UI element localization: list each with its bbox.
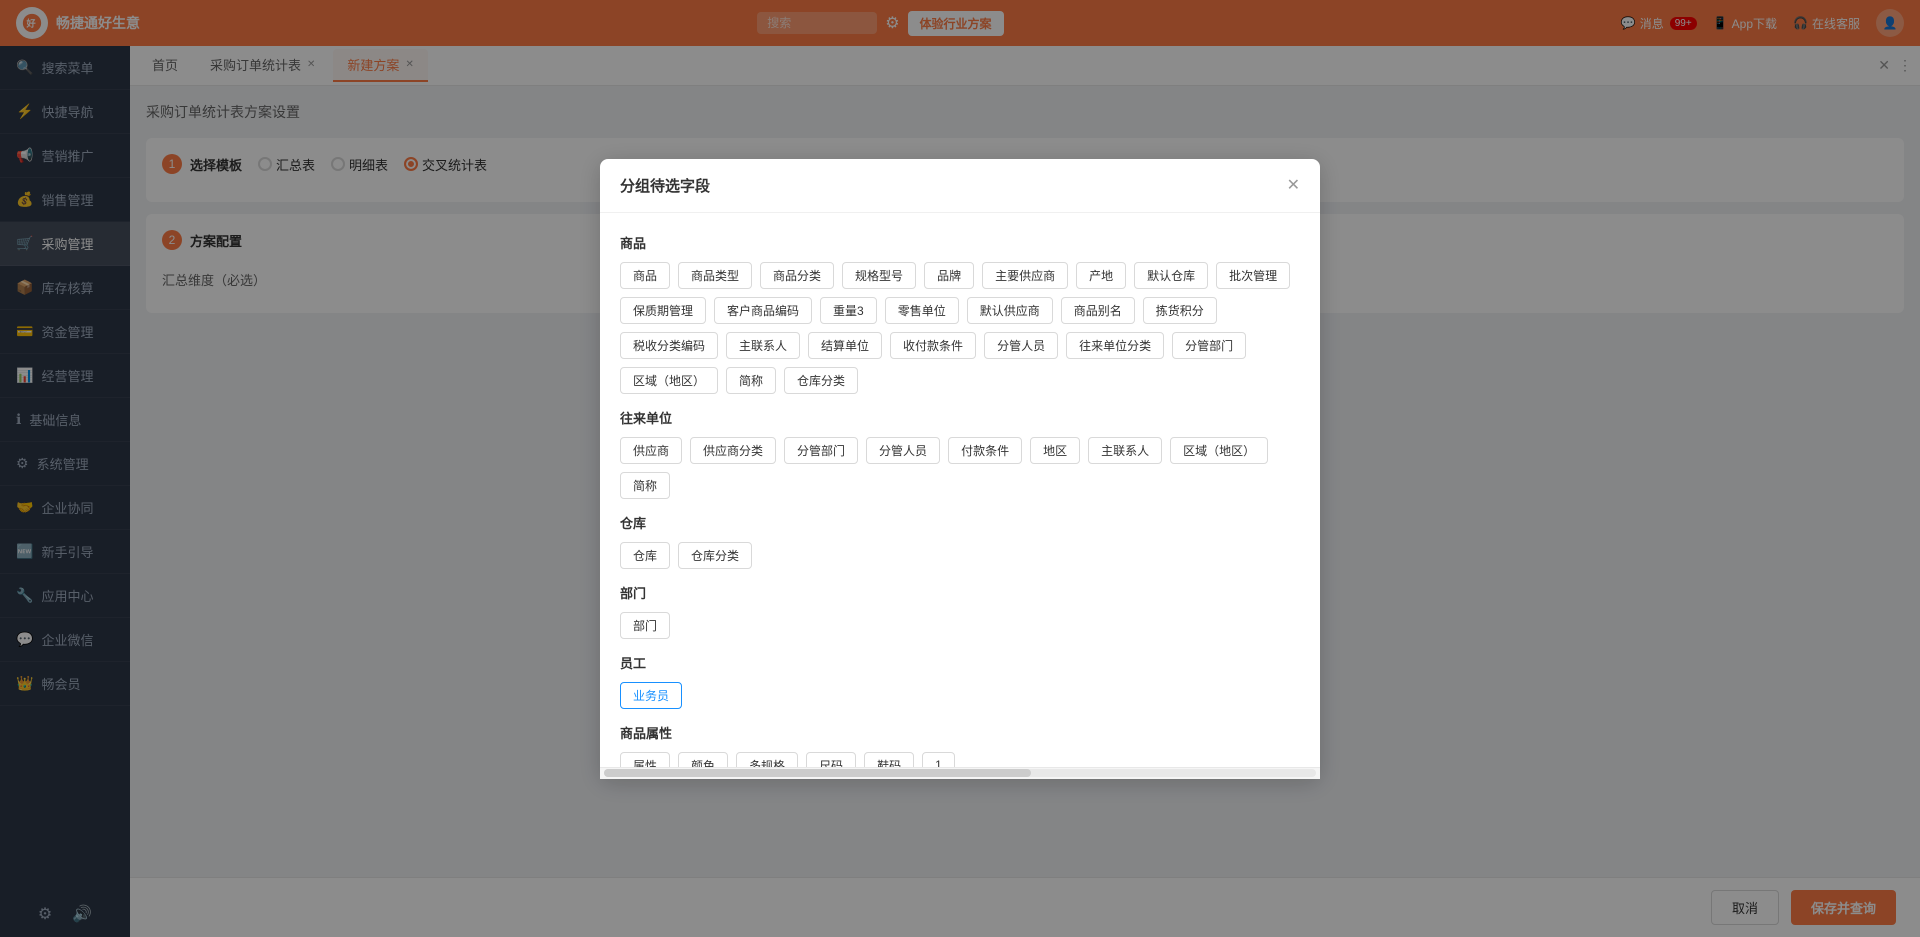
field-tag-wh-category[interactable]: 仓库分类: [678, 542, 752, 569]
field-tag-payment-terms[interactable]: 收付款条件: [890, 332, 976, 359]
field-tag-warehouse[interactable]: 仓库: [620, 542, 670, 569]
field-tag-main-supplier[interactable]: 主要供应商: [982, 262, 1068, 289]
field-tag-short-name[interactable]: 简称: [726, 367, 776, 394]
field-tag-goods-category[interactable]: 商品分类: [760, 262, 834, 289]
field-tags-employee: 业务员: [620, 682, 1300, 709]
field-tag-origin[interactable]: 产地: [1076, 262, 1126, 289]
field-tag-partner-contact[interactable]: 主联系人: [1088, 437, 1162, 464]
scrollbar-thumb: [604, 769, 1031, 777]
field-tag-manager[interactable]: 分管人员: [984, 332, 1058, 359]
dialog-close-button[interactable]: ✕: [1287, 175, 1300, 195]
field-tag-partner-category[interactable]: 往来单位分类: [1066, 332, 1164, 359]
field-tag-tax-code[interactable]: 税收分类编码: [620, 332, 718, 359]
field-tag-shoe-size[interactable]: 鞋码: [864, 752, 914, 767]
field-tags-goods-attr: 属性 颜色 多规格 尺码 鞋码 1: [620, 752, 1300, 767]
field-tags-department: 部门: [620, 612, 1300, 639]
field-tags-goods: 商品 商品类型 商品分类 规格型号 品牌 主要供应商 产地 默认仓库 批次管理 …: [620, 262, 1300, 394]
field-tag-payment-cond[interactable]: 付款条件: [948, 437, 1022, 464]
field-tag-partner-manager[interactable]: 分管人员: [866, 437, 940, 464]
field-tag-size[interactable]: 尺码: [806, 752, 856, 767]
field-tag-supplier[interactable]: 供应商: [620, 437, 682, 464]
field-tag-multi-spec[interactable]: 多规格: [736, 752, 798, 767]
section-title-employee: 员工: [620, 653, 1300, 672]
section-title-partner: 往来单位: [620, 408, 1300, 427]
section-title-warehouse: 仓库: [620, 513, 1300, 532]
dialog-title: 分组待选字段: [620, 175, 710, 196]
section-title-department: 部门: [620, 583, 1300, 602]
field-tag-goods-type[interactable]: 商品类型: [678, 262, 752, 289]
field-tag-main-contact[interactable]: 主联系人: [726, 332, 800, 359]
field-tag-warehouse-category[interactable]: 仓库分类: [784, 367, 858, 394]
field-tag-brand[interactable]: 品牌: [924, 262, 974, 289]
dialog-header: 分组待选字段 ✕: [600, 159, 1320, 213]
dialog-body: 商品 商品 商品类型 商品分类 规格型号 品牌 主要供应商 产地 默认仓库 批次…: [600, 213, 1320, 767]
field-tag-retail-unit[interactable]: 零售单位: [885, 297, 959, 324]
field-tag-default-warehouse[interactable]: 默认仓库: [1134, 262, 1208, 289]
field-tag-pick-score[interactable]: 拣货积分: [1143, 297, 1217, 324]
field-tag-goods[interactable]: 商品: [620, 262, 670, 289]
scrollbar-track: [604, 769, 1316, 777]
field-tag-customer-code[interactable]: 客户商品编码: [714, 297, 812, 324]
field-tag-dept[interactable]: 分管部门: [1172, 332, 1246, 359]
field-tag-region[interactable]: 区域（地区）: [620, 367, 718, 394]
field-tag-area[interactable]: 地区: [1030, 437, 1080, 464]
field-tag-supplier-category[interactable]: 供应商分类: [690, 437, 776, 464]
field-tag-goods-alias[interactable]: 商品别名: [1061, 297, 1135, 324]
field-tag-shelf-life[interactable]: 保质期管理: [620, 297, 706, 324]
field-tag-partner-short[interactable]: 简称: [620, 472, 670, 499]
field-tag-partner-dept[interactable]: 分管部门: [784, 437, 858, 464]
field-tag-attribute[interactable]: 属性: [620, 752, 670, 767]
section-title-goods-attr: 商品属性: [620, 723, 1300, 742]
field-tag-default-supplier[interactable]: 默认供应商: [967, 297, 1053, 324]
field-tags-warehouse: 仓库 仓库分类: [620, 542, 1300, 569]
field-tag-salesperson[interactable]: 业务员: [620, 682, 682, 709]
field-tag-department[interactable]: 部门: [620, 612, 670, 639]
field-tag-partner-region[interactable]: 区域（地区）: [1170, 437, 1268, 464]
field-tag-settle-unit[interactable]: 结算单位: [808, 332, 882, 359]
section-title-goods: 商品: [620, 233, 1300, 252]
dialog-horizontal-scrollbar[interactable]: [600, 767, 1320, 779]
field-tag-color[interactable]: 颜色: [678, 752, 728, 767]
field-tags-partner: 供应商 供应商分类 分管部门 分管人员 付款条件 地区 主联系人 区域（地区） …: [620, 437, 1300, 499]
field-tag-weight[interactable]: 重量3: [820, 297, 877, 324]
field-tag-spec-model[interactable]: 规格型号: [842, 262, 916, 289]
field-tag-number1[interactable]: 1: [922, 752, 955, 767]
field-select-dialog: 分组待选字段 ✕ 商品 商品 商品类型 商品分类 规格型号 品牌 主要供应商 产…: [600, 159, 1320, 779]
modal-overlay: 分组待选字段 ✕ 商品 商品 商品类型 商品分类 规格型号 品牌 主要供应商 产…: [0, 0, 1920, 937]
field-tag-batch-mgmt[interactable]: 批次管理: [1216, 262, 1290, 289]
